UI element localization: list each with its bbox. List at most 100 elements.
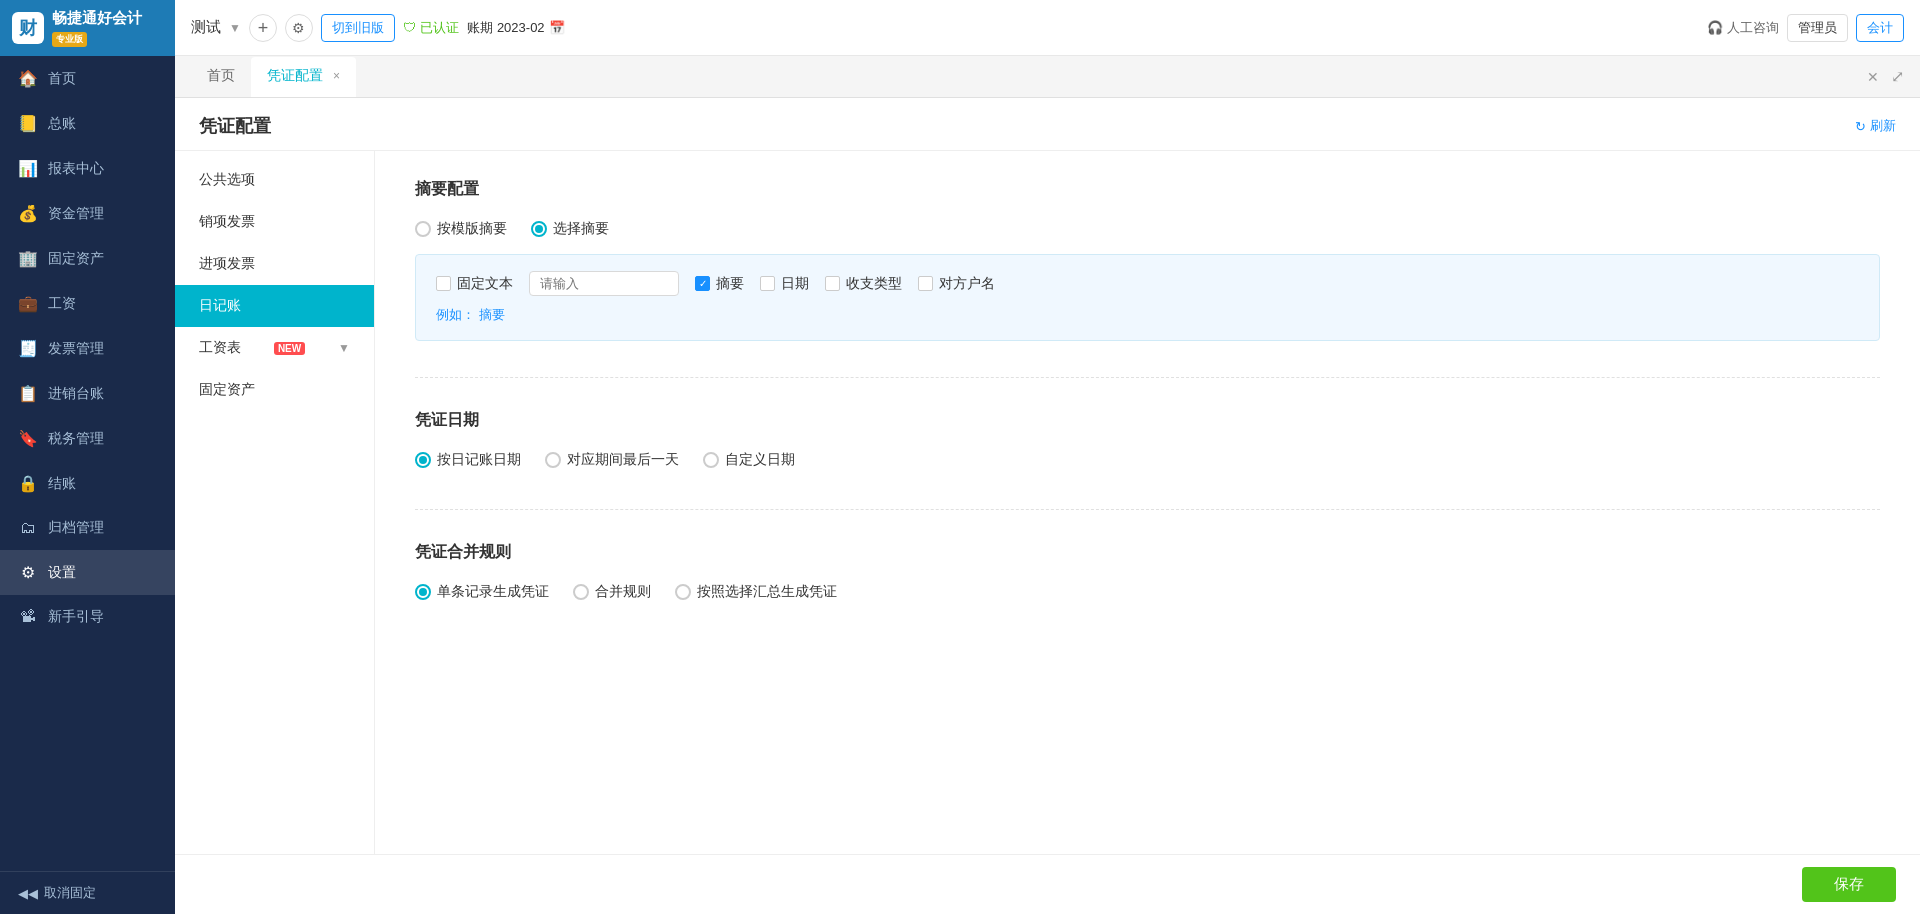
page-content: 凭证配置 ↻ 刷新 公共选项 销项发票 进项发票 日记账 <box>175 98 1920 914</box>
accountant-button[interactable]: 会计 <box>1856 14 1904 42</box>
reports-icon: 📊 <box>18 159 38 178</box>
merge-section: 凭证合并规则 单条记录生成凭证 合并规则 按照选择汇总生成凭证 <box>415 542 1880 641</box>
checkbox-summary[interactable]: ✓ 摘要 <box>695 275 744 293</box>
topbar: 测试 ▼ + ⚙ 切到旧版 🛡 已认证 账期 2023-02 📅 🎧 人工咨询 … <box>175 0 1920 56</box>
topbar-settings-button[interactable]: ⚙ <box>285 14 313 42</box>
close-sidebar-icon: 🔒 <box>18 474 38 493</box>
period-display: 账期 2023-02 📅 <box>467 19 565 37</box>
page-title: 凭证配置 <box>199 114 271 138</box>
merge-radio-single[interactable]: 单条记录生成凭证 <box>415 583 549 601</box>
nav-item-fixed-assets[interactable]: 固定资产 <box>175 369 374 411</box>
sidebar-scroll: 🏠 首页 📒 总账 📊 报表中心 💰 资金管理 🏢 固定资产 💼 工资 🧾 发票… <box>0 56 175 871</box>
radio-label-custom: 自定义日期 <box>725 451 795 469</box>
sidebar-item-assets[interactable]: 🏢 固定资产 <box>0 236 175 281</box>
radio-circle-select-merge <box>675 584 691 600</box>
nav-label-journal: 日记账 <box>199 297 241 313</box>
sidebar-label-invoice: 发票管理 <box>48 340 104 358</box>
checkbox-counterpart-box <box>918 276 933 291</box>
save-button[interactable]: 保存 <box>1802 867 1896 902</box>
bottom-bar: 保存 <box>175 854 1920 914</box>
summary-radio-select[interactable]: 选择摘要 <box>531 220 609 238</box>
logo-main-text: 畅捷通好会计 <box>52 9 142 28</box>
checkbox-fixed-text[interactable]: 固定文本 <box>436 275 513 293</box>
sidebar-label-assets: 固定资产 <box>48 250 104 268</box>
invoice-icon: 🧾 <box>18 339 38 358</box>
date-radio-journal[interactable]: 按日记账日期 <box>415 451 521 469</box>
radio-circle-journal <box>415 452 431 468</box>
page-header: 凭证配置 ↻ 刷新 <box>175 98 1920 151</box>
sidebar-pro-badge: 专业版 <box>52 32 87 47</box>
nav-item-sales[interactable]: 销项发票 <box>175 201 374 243</box>
sidebar-item-guide[interactable]: 📽 新手引导 <box>0 595 175 639</box>
refresh-label: 刷新 <box>1870 117 1896 135</box>
summary-options-row: 固定文本 ✓ 摘要 日期 <box>436 271 1859 296</box>
manager-button[interactable]: 管理员 <box>1787 14 1848 42</box>
sidebar-bottom: ◀◀ 取消固定 <box>0 871 175 914</box>
nav-item-journal[interactable]: 日记账 <box>175 285 374 327</box>
cancel-fixed-button[interactable]: ◀◀ 取消固定 <box>18 884 157 902</box>
sidebar-item-finance[interactable]: 💰 资金管理 <box>0 191 175 236</box>
merge-radio-select[interactable]: 按照选择汇总生成凭证 <box>675 583 837 601</box>
nav-label-public: 公共选项 <box>199 171 255 187</box>
sidebar-item-ledger[interactable]: 📒 总账 <box>0 101 175 146</box>
sidebar-item-settings[interactable]: ⚙ 设置 <box>0 550 175 595</box>
company-name: 测试 <box>191 18 221 37</box>
radio-label-single: 单条记录生成凭证 <box>437 583 549 601</box>
sidebar-item-reports[interactable]: 📊 报表中心 <box>0 146 175 191</box>
fixed-text-input[interactable] <box>529 271 679 296</box>
date-section-title: 凭证日期 <box>415 410 1880 431</box>
radio-label-period-last: 对应期间最后一天 <box>567 451 679 469</box>
headset-icon: 🎧 <box>1707 20 1723 35</box>
tab-voucher-config[interactable]: 凭证配置 × <box>251 57 356 97</box>
add-company-button[interactable]: + <box>249 14 277 42</box>
checkbox-label-counterpart: 对方户名 <box>939 275 995 293</box>
checkbox-date[interactable]: 日期 <box>760 275 809 293</box>
company-dropdown-icon[interactable]: ▼ <box>229 21 241 35</box>
sidebar-item-close[interactable]: 🔒 结账 <box>0 461 175 506</box>
tab-home[interactable]: 首页 <box>191 57 251 97</box>
radio-label-template: 按模版摘要 <box>437 220 507 238</box>
nav-item-payroll-table[interactable]: 工资表 NEW ▼ <box>175 327 374 369</box>
period-value: 2023-02 <box>497 20 545 35</box>
date-radio-custom[interactable]: 自定义日期 <box>703 451 795 469</box>
merge-radio-rule[interactable]: 合并规则 <box>573 583 651 601</box>
merge-radio-group: 单条记录生成凭证 合并规则 按照选择汇总生成凭证 <box>415 583 1880 601</box>
radio-label-select: 选择摘要 <box>553 220 609 238</box>
fullscreen-icon[interactable]: ⤢ <box>1891 67 1904 86</box>
nav-item-public[interactable]: 公共选项 <box>175 159 374 201</box>
sidebar-label-guide: 新手引导 <box>48 608 104 626</box>
close-window-icon[interactable]: ✕ <box>1867 69 1879 85</box>
switch-old-version-button[interactable]: 切到旧版 <box>321 14 395 42</box>
main-area: 测试 ▼ + ⚙ 切到旧版 🛡 已认证 账期 2023-02 📅 🎧 人工咨询 … <box>175 0 1920 914</box>
refresh-button[interactable]: ↻ 刷新 <box>1855 117 1896 135</box>
checkbox-payment-type[interactable]: 收支类型 <box>825 275 902 293</box>
sidebar-item-trade[interactable]: 📋 进销台账 <box>0 371 175 416</box>
sidebar-label-payroll: 工资 <box>48 295 76 313</box>
date-section: 凭证日期 按日记账日期 对应期间最后一天 自定义日期 <box>415 410 1880 510</box>
tab-close-icon[interactable]: × <box>333 69 340 83</box>
sidebar-label-settings: 设置 <box>48 564 76 582</box>
guide-icon: 📽 <box>18 608 38 626</box>
consult-button[interactable]: 🎧 人工咨询 <box>1707 19 1779 37</box>
sidebar-item-payroll[interactable]: 💼 工资 <box>0 281 175 326</box>
checkbox-payment-type-box <box>825 276 840 291</box>
radio-circle-rule <box>573 584 589 600</box>
archive-icon: 🗂 <box>18 519 38 537</box>
tab-bar: 首页 凭证配置 × ✕ ⤢ <box>175 56 1920 98</box>
sidebar-label-home: 首页 <box>48 70 76 88</box>
sidebar-item-tax[interactable]: 🔖 税务管理 <box>0 416 175 461</box>
merge-section-title: 凭证合并规则 <box>415 542 1880 563</box>
date-radio-group: 按日记账日期 对应期间最后一天 自定义日期 <box>415 451 1880 469</box>
sidebar-item-archive[interactable]: 🗂 归档管理 <box>0 506 175 550</box>
date-radio-period-last[interactable]: 对应期间最后一天 <box>545 451 679 469</box>
nav-item-purchase[interactable]: 进项发票 <box>175 243 374 285</box>
finance-icon: 💰 <box>18 204 38 223</box>
sidebar-item-home[interactable]: 🏠 首页 <box>0 56 175 101</box>
ledger-icon: 📒 <box>18 114 38 133</box>
left-nav: 公共选项 销项发票 进项发票 日记账 工资表 NEW ▼ <box>175 151 375 854</box>
logo-icon: 财 <box>12 12 44 44</box>
sidebar-item-invoice[interactable]: 🧾 发票管理 <box>0 326 175 371</box>
calendar-icon[interactable]: 📅 <box>549 20 565 35</box>
summary-radio-template[interactable]: 按模版摘要 <box>415 220 507 238</box>
checkbox-counterpart[interactable]: 对方户名 <box>918 275 995 293</box>
